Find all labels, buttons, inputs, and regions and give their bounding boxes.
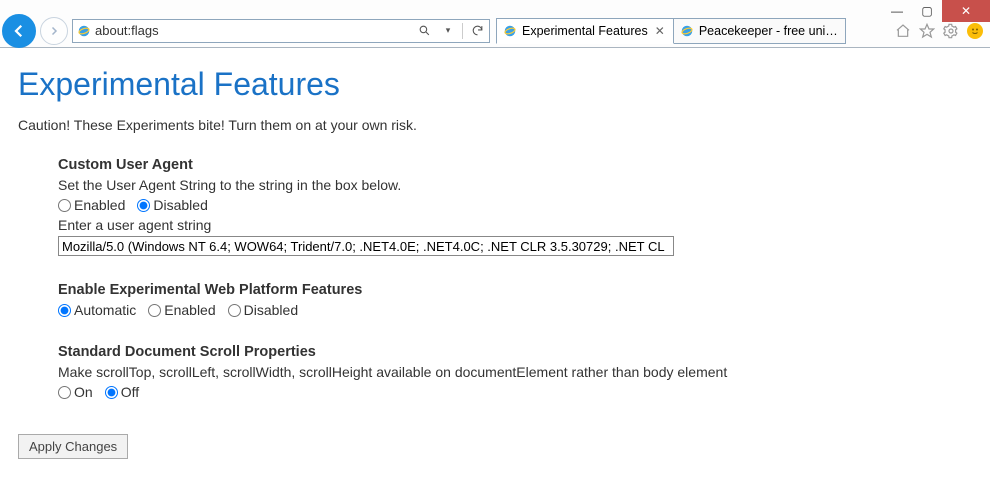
radio-webplat-enabled[interactable]: Enabled	[148, 302, 215, 318]
ua-input-label: Enter a user agent string	[58, 217, 972, 233]
radio-label: Automatic	[74, 302, 136, 318]
radio-label: Disabled	[244, 302, 298, 318]
section-title: Standard Document Scroll Properties	[58, 344, 972, 360]
radio-label: Enabled	[74, 197, 125, 213]
minimize-button[interactable]: —	[882, 0, 912, 22]
maximize-button[interactable]: ▢	[912, 0, 942, 22]
ie-logo-icon	[503, 24, 517, 38]
forward-button[interactable]	[40, 17, 68, 45]
search-icon[interactable]	[414, 21, 434, 41]
ie-logo-icon	[77, 24, 91, 38]
radio-input[interactable]	[58, 386, 71, 399]
radio-input[interactable]	[148, 304, 161, 317]
radio-label: Disabled	[153, 197, 207, 213]
favorites-icon[interactable]	[918, 22, 936, 40]
gear-icon[interactable]	[942, 22, 960, 40]
page-title: Experimental Features	[18, 66, 972, 103]
home-icon[interactable]	[894, 22, 912, 40]
apply-changes-button[interactable]: Apply Changes	[18, 434, 128, 459]
close-button[interactable]: ✕	[942, 0, 990, 22]
separator	[462, 23, 463, 39]
browser-chrome: ▾ Experimental Features ✕ Peacekeeper - …	[0, 0, 990, 48]
tab-label: Peacekeeper - free universa…	[699, 24, 839, 38]
section-scroll-properties: Standard Document Scroll Properties Make…	[58, 344, 972, 400]
section-desc: Set the User Agent String to the string …	[58, 177, 972, 193]
radio-webplat-automatic[interactable]: Automatic	[58, 302, 136, 318]
command-bar	[894, 22, 984, 40]
back-button[interactable]	[2, 14, 36, 48]
tab-strip: Experimental Features ✕ Peacekeeper - fr…	[496, 18, 846, 44]
address-input[interactable]	[95, 23, 410, 38]
caution-text: Caution! These Experiments bite! Turn th…	[18, 117, 972, 133]
tab-peacekeeper[interactable]: Peacekeeper - free universa…	[674, 18, 846, 44]
address-bar[interactable]: ▾	[72, 19, 490, 43]
tab-close-icon[interactable]: ✕	[653, 24, 667, 38]
radio-ua-enabled[interactable]: Enabled	[58, 197, 125, 213]
tab-label: Experimental Features	[522, 24, 648, 38]
section-title: Custom User Agent	[58, 157, 972, 173]
refresh-icon[interactable]	[467, 21, 487, 41]
radio-scroll-off[interactable]: Off	[105, 384, 139, 400]
radio-input[interactable]	[228, 304, 241, 317]
ie-logo-icon	[680, 24, 694, 38]
radio-input[interactable]	[105, 386, 118, 399]
window-controls: — ▢ ✕	[882, 0, 990, 22]
section-custom-user-agent: Custom User Agent Set the User Agent Str…	[58, 157, 972, 256]
radio-input[interactable]	[58, 304, 71, 317]
section-desc: Make scrollTop, scrollLeft, scrollWidth,…	[58, 364, 972, 380]
ua-radio-group: Enabled Disabled	[58, 197, 972, 213]
tab-experimental-features[interactable]: Experimental Features ✕	[496, 18, 674, 44]
radio-ua-disabled[interactable]: Disabled	[137, 197, 207, 213]
ua-string-input[interactable]	[58, 236, 674, 256]
radio-label: Enabled	[164, 302, 215, 318]
radio-input[interactable]	[137, 199, 150, 212]
radio-webplat-disabled[interactable]: Disabled	[228, 302, 298, 318]
smiley-icon[interactable]	[966, 22, 984, 40]
radio-label: Off	[121, 384, 139, 400]
page-content: Experimental Features Caution! These Exp…	[0, 48, 990, 477]
section-web-platform: Enable Experimental Web Platform Feature…	[58, 282, 972, 318]
webplat-radio-group: Automatic Enabled Disabled	[58, 302, 972, 318]
scroll-radio-group: On Off	[58, 384, 972, 400]
search-dropdown-icon[interactable]: ▾	[438, 21, 458, 41]
radio-input[interactable]	[58, 199, 71, 212]
radio-label: On	[74, 384, 93, 400]
radio-scroll-on[interactable]: On	[58, 384, 93, 400]
section-title: Enable Experimental Web Platform Feature…	[58, 282, 972, 298]
